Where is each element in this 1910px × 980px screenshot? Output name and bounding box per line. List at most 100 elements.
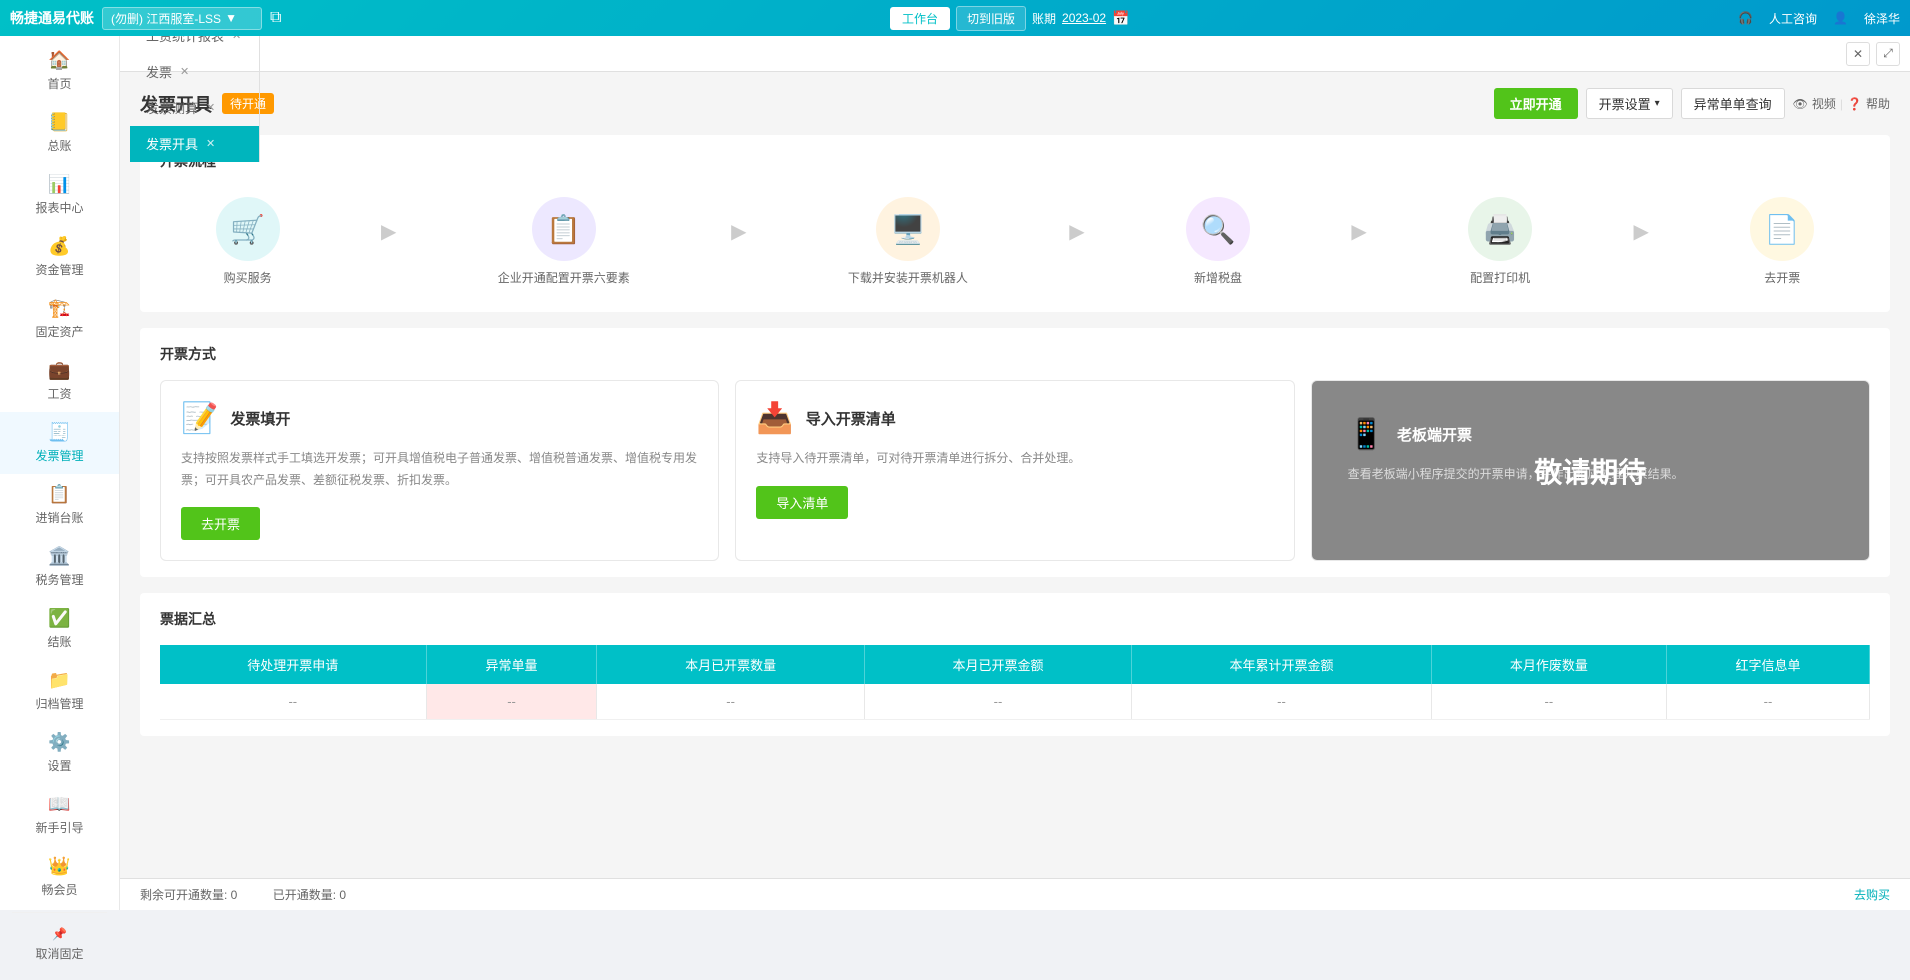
method-title-boss: 老板端开票 xyxy=(1397,424,1472,445)
step-label-buy-service: 购买服务 xyxy=(224,269,272,286)
workflow-step-print[interactable]: 🖨️ 配置打印机 xyxy=(1468,197,1532,286)
service-label[interactable]: 人工咨询 xyxy=(1769,10,1817,27)
tab-fapiao-calc[interactable]: 发票测算 ✕ xyxy=(130,90,260,126)
tabs-container: 首页工资表✕工资统计报表✕发票✕发票测算✕发票开具✕ xyxy=(130,36,260,162)
header-actions: 立即开通 开票设置 ▾ 异常单单查询 👁 视频 | ❓ 帮助 xyxy=(1494,88,1890,119)
method-title-fill: 发票填开 xyxy=(230,408,290,429)
top-bar: 畅捷通易代账 (勿删) 江西服室-LSS ▼ ⧉ 工作台 切到旧版 账期 202… xyxy=(0,0,1910,36)
view-icon: 👁 xyxy=(1793,97,1808,111)
sidebar-item-invoice[interactable]: 🧾发票管理 xyxy=(0,412,119,474)
user-name[interactable]: 徐泽华 xyxy=(1864,10,1900,27)
period-value[interactable]: 2023-02 xyxy=(1062,11,1106,25)
tab-close-fapiao[interactable]: ✕ xyxy=(178,64,191,79)
sidebar-label-settle: 结账 xyxy=(47,633,71,650)
sidebar-item-funds[interactable]: 💰资金管理 xyxy=(0,226,119,288)
sidebar-label-assets: 固定资产 xyxy=(35,323,83,340)
sidebar-label-reports: 报表中心 xyxy=(35,199,83,216)
expand-tab-button[interactable]: ⤢ xyxy=(1876,42,1900,66)
opened-label: 已开通数量: 0 xyxy=(273,888,346,902)
sidebar-item-reports[interactable]: 📊 报表中心 xyxy=(0,164,119,226)
step-arrow-0: ▶ xyxy=(381,219,396,264)
workflow-steps: 🛒 购买服务 ▶ 📋 企业开通配置开票六要素 ▶ 🖥️ 下载并安装开票机器人 ▶… xyxy=(160,187,1870,296)
workflow-step-add-taxbox[interactable]: 🔍 新增税盘 xyxy=(1186,197,1250,286)
summary-header: 本月已开票金额 xyxy=(864,645,1131,684)
sidebar-item-assets[interactable]: 🏗️固定资产 xyxy=(0,288,119,350)
sidebar-item-salary[interactable]: 💼工资 xyxy=(0,350,119,412)
sidebar-item-purchase[interactable]: 📋进销台账 xyxy=(0,474,119,536)
guide-icon: 📖 xyxy=(48,794,70,815)
service-icon: 🎧 xyxy=(1738,11,1753,25)
tab-label-fapiao-open: 发票开具 xyxy=(146,134,198,153)
summary-cell-0: -- xyxy=(160,684,426,720)
workflow-title: 开票流程 xyxy=(160,151,1870,171)
tab-bar: 首页工资表✕工资统计报表✕发票✕发票测算✕发票开具✕ ✕ ⤢ xyxy=(120,36,1910,72)
settle-icon: ✅ xyxy=(48,608,70,629)
tab-label-fapiao-calc: 发票测算 xyxy=(146,98,198,117)
abnormal-query-button[interactable]: 异常单单查询 xyxy=(1681,88,1785,119)
pin-label: 取消固定 xyxy=(35,945,83,962)
company-name: (勿删) 江西服室-LSS xyxy=(111,10,221,27)
chevron-down-icon: ▼ xyxy=(225,11,237,25)
method-icon-fill: 📝 xyxy=(181,401,218,436)
workflow-step-open-ticket[interactable]: 📄 去开票 xyxy=(1750,197,1814,286)
main-layout: 🏠首页📒总账 📊 报表中心 💰资金管理🏗️固定资产💼工资🧾发票管理📋进销台账🏛️税务管… xyxy=(0,36,1910,910)
sidebar-item-archive[interactable]: 📁归档管理 xyxy=(0,660,119,722)
avatar-icon: 👤 xyxy=(1833,11,1848,25)
close-tab-button[interactable]: ✕ xyxy=(1846,42,1870,66)
step-icon-download: 🖥️ xyxy=(876,197,940,261)
method-btn-fill[interactable]: 去开票 xyxy=(181,507,260,540)
workflow-step-configure[interactable]: 📋 企业开通配置开票六要素 xyxy=(498,197,630,286)
methods-section: 开票方式 📝 发票填开 支持按照发票样式手工填选开发票；可开具增值税电子普通发票… xyxy=(140,328,1890,577)
step-icon-open-ticket: 📄 xyxy=(1750,197,1814,261)
workflow-step-download[interactable]: 🖥️ 下载并安装开票机器人 xyxy=(848,197,968,286)
pin-toggle[interactable]: 📌 取消固定 xyxy=(0,917,119,972)
tab-close-fapiao-calc[interactable]: ✕ xyxy=(204,100,217,115)
tab-close-fapiao-open[interactable]: ✕ xyxy=(204,136,217,151)
summary-header: 本月作废数量 xyxy=(1431,645,1666,684)
sidebar-item-settings[interactable]: ⚙️设置 xyxy=(0,722,119,784)
sidebar-item-home[interactable]: 🏠首页 xyxy=(0,40,119,102)
sidebar-items-container: 🏠首页📒总账 📊 报表中心 💰资金管理🏗️固定资产💼工资🧾发票管理📋进销台账🏛️税务管… xyxy=(0,40,119,908)
summary-cell-3: -- xyxy=(864,684,1131,720)
help-label: 帮助 xyxy=(1866,95,1890,112)
sidebar-label-guide: 新手引导 xyxy=(35,819,83,836)
company-selector[interactable]: (勿删) 江西服室-LSS ▼ xyxy=(102,7,262,30)
workflow-step-buy-service[interactable]: 🛒 购买服务 xyxy=(216,197,280,286)
copy-icon[interactable]: ⧉ xyxy=(270,9,281,27)
method-icon-boss: 📱 xyxy=(1348,417,1385,452)
open-settings-button[interactable]: 开票设置 ▾ xyxy=(1586,88,1673,119)
summary-cell-1: -- xyxy=(426,684,597,720)
tab-close-salary-stats[interactable]: ✕ xyxy=(230,36,243,43)
tax-icon: 🏛️ xyxy=(48,546,70,567)
switch-version-button[interactable]: 切到旧版 xyxy=(956,6,1026,31)
step-label-print: 配置打印机 xyxy=(1470,269,1530,286)
view-options[interactable]: 👁 视频 | ❓ 帮助 xyxy=(1793,95,1890,112)
sidebar-item-settle[interactable]: ✅ 结账 xyxy=(0,598,119,660)
ticket-methods: 📝 发票填开 支持按照发票样式手工填选开发票；可开具增值税电子普通发票、增值税普… xyxy=(160,380,1870,561)
step-label-configure: 企业开通配置开票六要素 xyxy=(498,269,630,286)
step-arrow-1: ▶ xyxy=(731,219,746,264)
workbench-button[interactable]: 工作台 xyxy=(890,7,950,30)
sidebar-item-ledger[interactable]: 📒总账 xyxy=(0,102,119,164)
calendar-icon[interactable]: 📅 xyxy=(1112,10,1129,27)
step-icon-configure: 📋 xyxy=(532,197,596,261)
tab-salary-stats[interactable]: 工资统计报表✕ xyxy=(130,36,260,54)
method-icon-import: 📥 xyxy=(756,401,793,436)
archive-icon: 📁 xyxy=(48,670,70,691)
sidebar-item-guide[interactable]: 📖 新手引导 xyxy=(0,784,119,846)
method-header-boss: 📱 老板端开票 xyxy=(1348,417,1833,452)
bottom-stats: 剩余可开通数量: 0 已开通数量: 0 xyxy=(140,886,346,903)
sidebar-item-member[interactable]: 👑畅会员 xyxy=(0,846,119,908)
goto-buy-link[interactable]: 去购买 xyxy=(1854,886,1890,903)
sidebar-label-home: 首页 xyxy=(47,75,71,92)
sidebar-item-tax[interactable]: 🏛️税务管理 xyxy=(0,536,119,598)
bottom-bar: 剩余可开通数量: 0 已开通数量: 0 去购买 xyxy=(120,878,1910,910)
sidebar-label-settings: 设置 xyxy=(47,757,71,774)
open-now-button[interactable]: 立即开通 xyxy=(1494,88,1578,119)
tab-fapiao-open[interactable]: 发票开具 ✕ xyxy=(130,126,260,162)
reports-icon: 📊 xyxy=(48,174,70,195)
summary-cell-4: -- xyxy=(1132,684,1432,720)
summary-table: 待处理开票申请异常单量本月已开票数量本月已开票金额本年累计开票金额本月作废数量红… xyxy=(160,645,1870,720)
tab-fapiao[interactable]: 发票✕ xyxy=(130,54,260,90)
method-btn-import[interactable]: 导入清单 xyxy=(756,486,848,519)
